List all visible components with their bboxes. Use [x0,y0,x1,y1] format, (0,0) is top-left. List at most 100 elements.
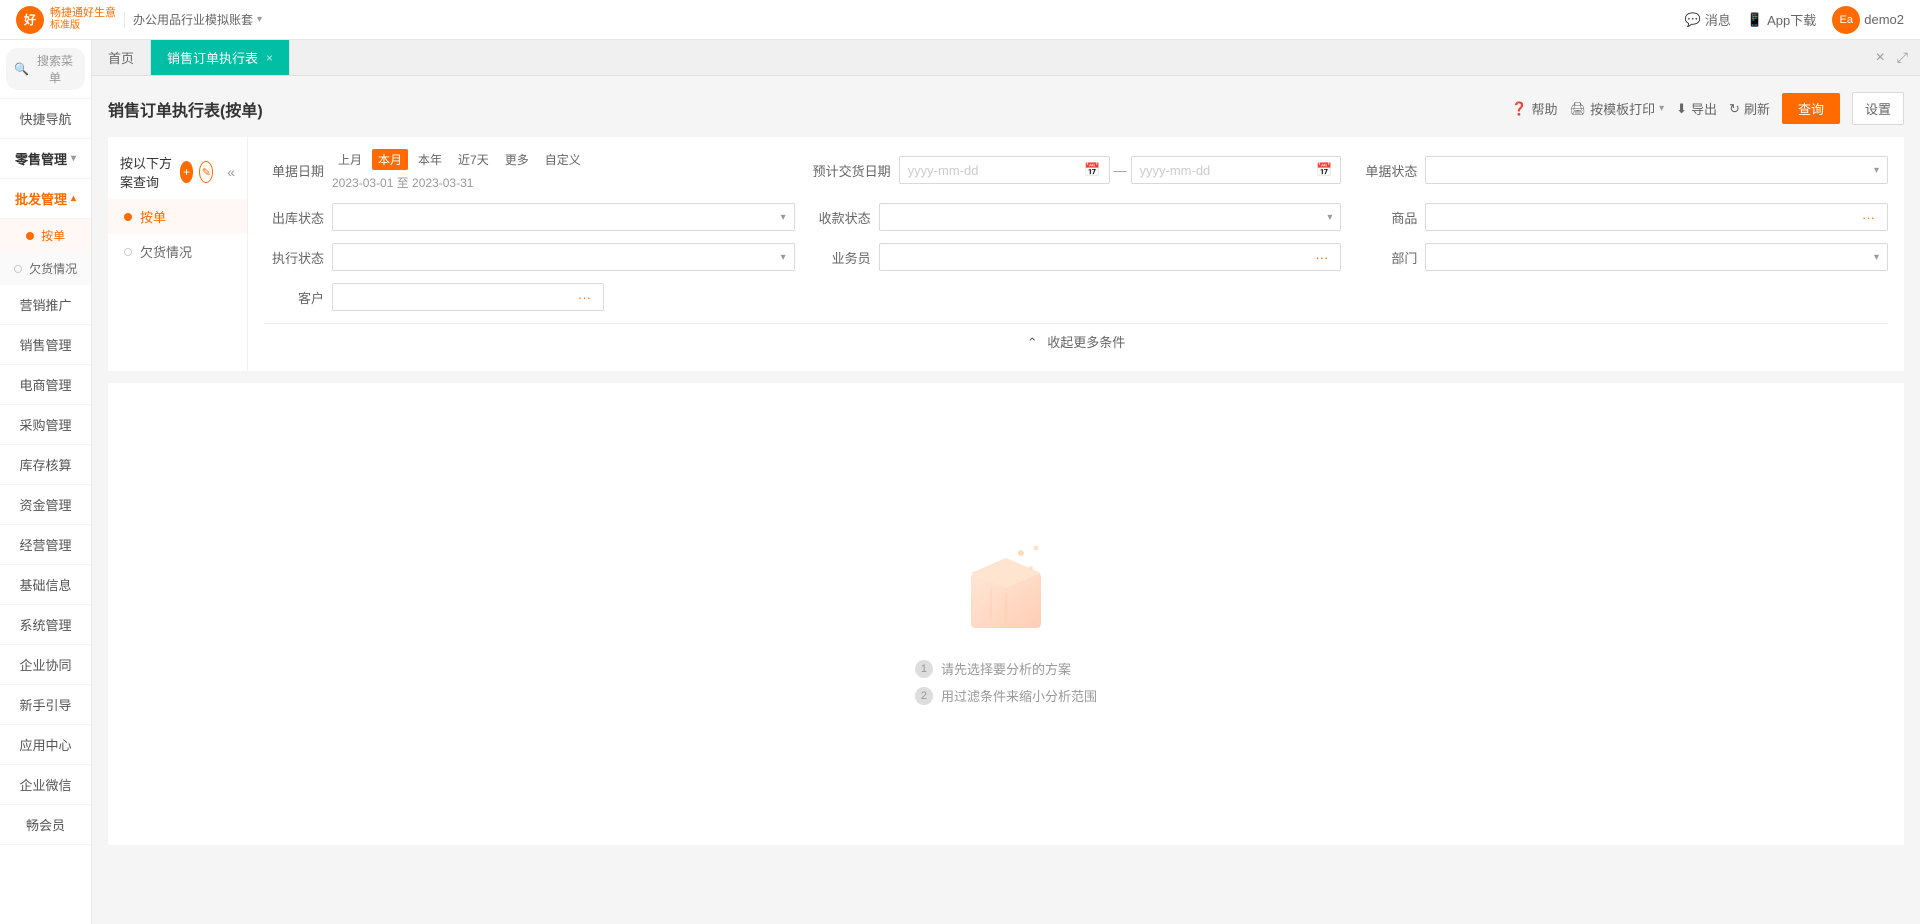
user-avatar-area[interactable]: Ea demo2 [1832,6,1904,34]
tab-sales-order-label: 销售订单执行表 [167,48,258,67]
sidebar-item-basic-info[interactable]: 基础信息 [0,565,91,605]
collapse-nav-button[interactable]: « [227,164,235,180]
page-actions: ❓ 帮助 🖨 按模板打印 ▾ ⬇ 导出 ↻ [1511,92,1904,125]
sidebar-sub-item-shortage[interactable]: 欠货情况 [0,252,91,285]
query-button[interactable]: 查询 [1782,93,1840,124]
settings-button[interactable]: 设置 [1852,92,1904,125]
filter-row-4: 客户 ··· [264,283,1888,311]
date-tab-more[interactable]: 更多 [499,149,535,170]
edit-filter-button[interactable]: ✎ [199,161,213,183]
delivery-date-from[interactable]: yyyy-mm-dd 📅 [899,156,1110,184]
salesman-more-button[interactable]: ··· [1311,250,1332,265]
wholesale-chevron: ▴ [71,193,76,204]
refresh-label: 刷新 [1744,99,1770,118]
help-button[interactable]: ❓ 帮助 [1511,99,1557,118]
sidebar-item-operations[interactable]: 经营管理 [0,525,91,565]
sidebar-item-enterprise-wechat[interactable]: 企业微信 [0,765,91,805]
shortage-circle [124,248,132,256]
sidebar-sub-item-by-order[interactable]: 按单 [0,219,91,252]
sidebar-item-app-center[interactable]: 应用中心 [0,725,91,765]
filter-nav: 按以下方案查询 + ✎ « 按单 欠货情况 [108,137,248,371]
sidebar-item-inventory[interactable]: 库存核算 [0,445,91,485]
top-bar-right: 💬 消息 📱 App下载 Ea demo2 [1685,6,1904,34]
export-icon: ⬇ [1676,101,1687,117]
sidebar-item-system[interactable]: 系统管理 [0,605,91,645]
sidebar-item-sales[interactable]: 销售管理 [0,325,91,365]
sub-item-label-shortage: 欠货情况 [29,262,77,276]
product-more-button[interactable]: ··· [1858,210,1879,225]
search-icon: 🔍 [14,62,29,76]
calendar-icon-to: 📅 [1316,162,1332,178]
product-label: 商品 [1357,208,1417,227]
date-tab-7days[interactable]: 近7天 [452,149,495,170]
filter-nav-by-order[interactable]: 按单 [108,199,247,234]
sidebar-item-ecommerce[interactable]: 电商管理 [0,365,91,405]
sidebar-item-enterprise[interactable]: 企业协同 [0,645,91,685]
status-chevron: ▾ [1874,165,1879,176]
out-stock-select[interactable]: ▾ [332,203,795,231]
sidebar-item-newbie[interactable]: 新手引导 [0,685,91,725]
collapse-label: 收起更多条件 [1047,335,1125,350]
logo-area: 好 畅捷通好生意 标准版 [16,6,116,34]
department-label: 部门 [1357,248,1417,267]
delivery-date-to[interactable]: yyyy-mm-dd 📅 [1131,156,1342,184]
system-title: 办公用品行业模拟账套 [133,11,253,28]
delivery-date-range: yyyy-mm-dd 📅 — yyyy-mm-dd 📅 [899,156,1342,184]
sidebar-item-marketing[interactable]: 营销推广 [0,285,91,325]
tab-close-action[interactable]: × [1871,45,1888,71]
tab-close-button[interactable]: × [266,51,273,65]
department-select[interactable]: ▾ [1425,243,1888,271]
sidebar-item-finance[interactable]: 资金管理 [0,485,91,525]
export-button[interactable]: ⬇ 导出 [1676,99,1717,118]
collapse-icon: ⌃ [1027,335,1038,350]
filter-body: 单据日期 上月 本月 本年 近7天 更多 自定义 [248,137,1904,371]
print-button[interactable]: 🖨 按模板打印 ▾ [1570,99,1665,118]
sidebar-item-member[interactable]: 畅会员 [0,805,91,845]
add-filter-button[interactable]: + [180,161,194,183]
tab-actions: × ⤢ [1871,45,1920,71]
retail-chevron: ▾ [71,153,76,164]
search-label: 搜索菜单 [33,52,77,86]
filter-nav-header: 按以下方案查询 + ✎ « [108,149,247,199]
tab-home[interactable]: 首页 [92,40,151,75]
date-tab-this-month[interactable]: 本月 [372,149,408,170]
system-title-dropdown[interactable]: 办公用品行业模拟账套 ▾ [133,11,262,28]
app-download-button[interactable]: 📱 App下载 [1747,10,1816,29]
department-chevron: ▾ [1874,252,1879,263]
page-header: 销售订单执行表(按单) ❓ 帮助 🖨 按模板打印 ▾ ⬇ [108,92,1904,125]
message-button[interactable]: 💬 消息 [1685,10,1731,29]
page-title: 销售订单执行表(按单) [108,97,263,121]
payment-select[interactable]: ▾ [879,203,1342,231]
shortage-label: 欠货情况 [140,242,192,261]
tab-maximize-action[interactable]: ⤢ [1893,45,1912,70]
sidebar-item-retail[interactable]: 零售管理 ▾ [0,139,91,179]
date-tab-custom[interactable]: 自定义 [539,149,587,170]
delivery-date-item: 预计交货日期 yyyy-mm-dd 📅 — yyyy-mm-dd [811,156,1342,184]
calendar-icon-from: 📅 [1084,162,1100,178]
exec-status-select[interactable]: ▾ [332,243,795,271]
filter-nav-shortage[interactable]: 欠货情况 [108,234,247,269]
collapse-more-bar[interactable]: ⌃ 收起更多条件 [264,323,1888,359]
empty-tip-2: 2 用过滤条件来缩小分析范围 [915,686,1097,705]
customer-item: 客户 ··· [264,283,604,311]
sidebar-item-wholesale[interactable]: 批发管理 ▴ [0,179,91,219]
refresh-button[interactable]: ↻ 刷新 [1729,99,1770,118]
status-select[interactable]: ▾ [1425,156,1888,184]
tip-text-1: 请先选择要分析的方案 [941,659,1071,678]
out-stock-label: 出库状态 [264,208,324,227]
customer-more-button[interactable]: ··· [574,290,595,305]
date-tab-this-year[interactable]: 本年 [412,149,448,170]
empty-tip-1: 1 请先选择要分析的方案 [915,659,1097,678]
delivery-date-label: 预计交货日期 [811,161,891,180]
sidebar-quick-nav[interactable]: 快捷导航 [0,99,91,139]
sub-item-label-order: 按单 [41,229,65,243]
page-content: 销售订单执行表(按单) ❓ 帮助 🖨 按模板打印 ▾ ⬇ [92,76,1920,924]
status-label: 单据状态 [1357,161,1417,180]
sidebar-search[interactable]: 🔍 搜索菜单 [0,40,91,99]
sidebar-item-purchase[interactable]: 采购管理 [0,405,91,445]
tab-sales-order[interactable]: 销售订单执行表 × [151,40,290,75]
date-tab-last-month[interactable]: 上月 [332,149,368,170]
sidebar: 🔍 搜索菜单 快捷导航 零售管理 ▾ 批发管理 ▴ 按单 欠货情况 [0,40,92,924]
top-bar: 好 畅捷通好生意 标准版 办公用品行业模拟账套 ▾ 💬 消息 📱 App下载 [0,0,1920,40]
sub-circle [14,265,22,273]
